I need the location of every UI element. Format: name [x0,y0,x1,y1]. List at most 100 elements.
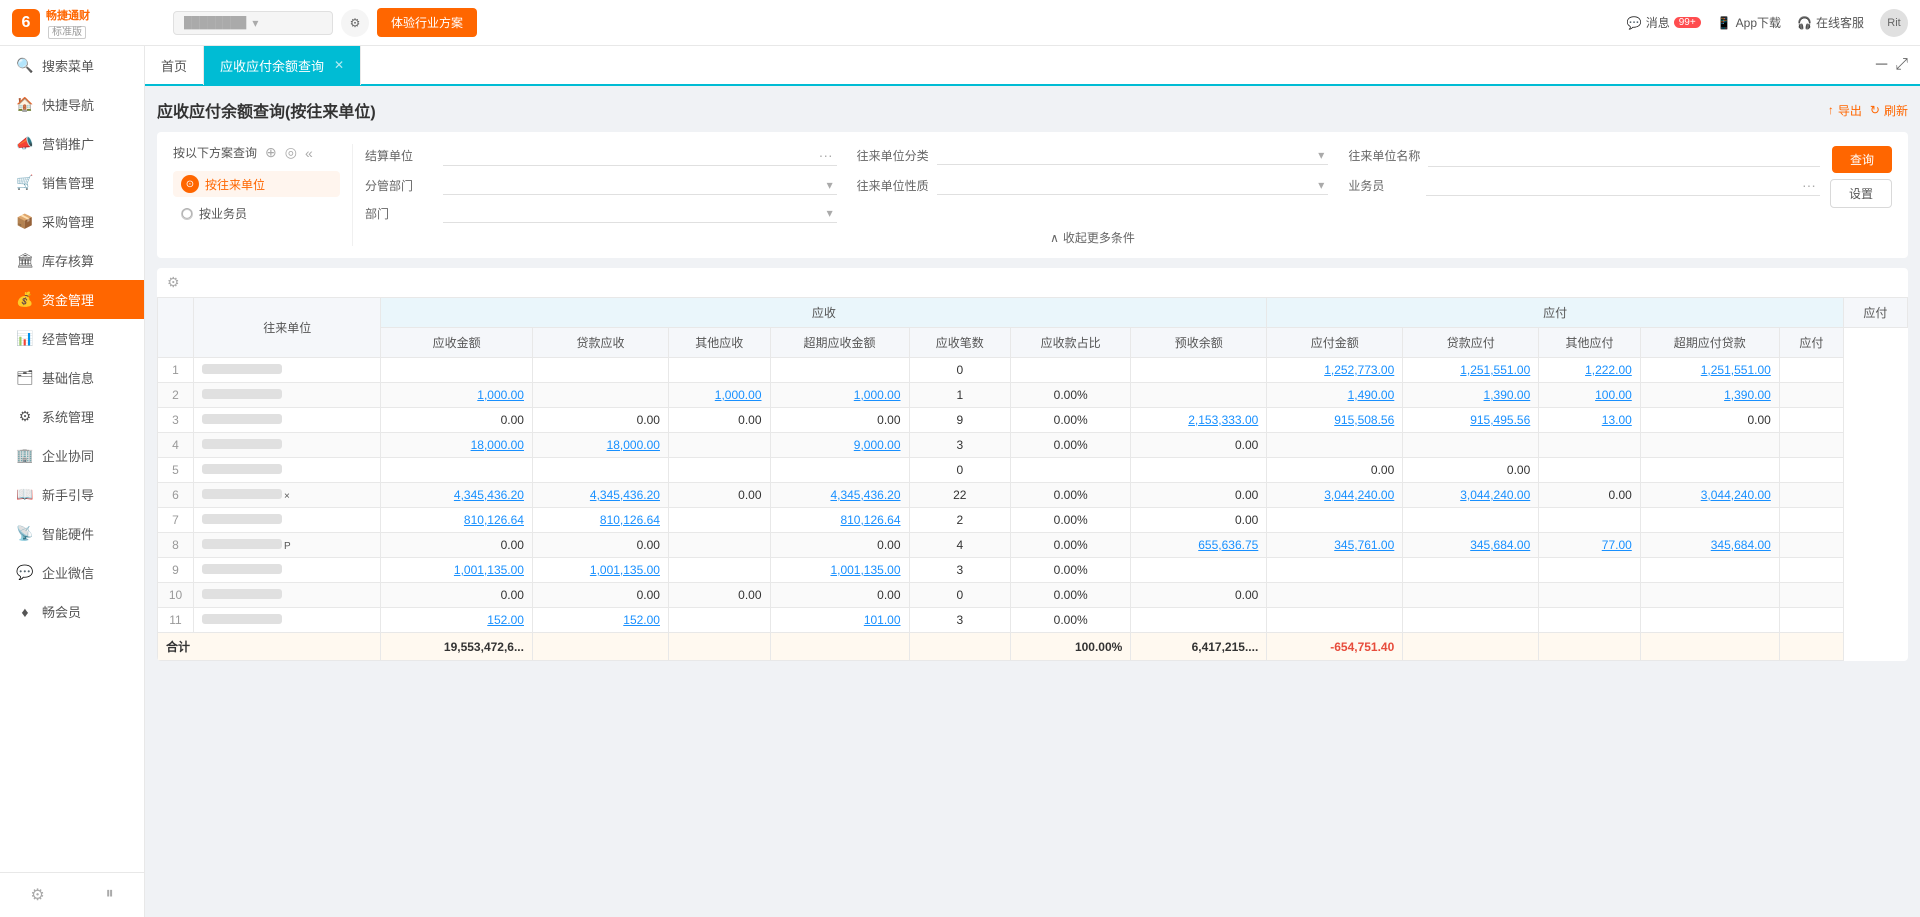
col-loan-ap: 贷款应付 [1403,328,1539,358]
set-button[interactable]: 设置 [1830,179,1892,208]
cell-loan_ap[interactable]: 1,251,551.00 [1403,358,1539,383]
cell-loan_ap[interactable]: 345,684.00 [1403,533,1539,558]
query-option-by-unit[interactable]: ⊙ 按往来单位 [173,171,340,197]
cell-loan_ar[interactable]: 4,345,436.20 [532,483,668,508]
cell-ap_amount[interactable]: 345,761.00 [1267,533,1403,558]
sidebar-collapse-button[interactable]: ⏸ [106,885,114,905]
unit-category-field[interactable] [941,148,1319,162]
sidebar-item-sales[interactable]: 🛒 销售管理 [0,163,144,202]
messages-button[interactable]: 💬 消息 99+ [1627,14,1701,31]
cell-overdue_ar[interactable]: 1,000.00 [770,383,909,408]
cell-other_ap[interactable]: 13.00 [1539,408,1641,433]
sidebar-item-smart-hw[interactable]: 📡 智能硬件 [0,514,144,553]
col-ap-group: 应付 [1267,298,1844,328]
cell-ar_amount[interactable]: 18,000.00 [381,433,533,458]
sidebar-item-search-menu[interactable]: 🔍 搜索菜单 [0,46,144,85]
sidebar-item-quick-nav[interactable]: 🏠 快捷导航 [0,85,144,124]
cell-ar_amount[interactable]: 152.00 [381,608,533,633]
cell-other_ar[interactable]: 1,000.00 [668,383,770,408]
table-row: 8P0.000.000.0040.00%655,636.75345,761.00… [158,533,1908,558]
cell-overdue_ar[interactable]: 1,001,135.00 [770,558,909,583]
cell-loan_ar[interactable]: 18,000.00 [532,433,668,458]
cell-overdue_ar[interactable]: 810,126.64 [770,508,909,533]
unit-category-input[interactable]: ▾ [937,146,1329,165]
cell-other_ap[interactable]: 1,222.00 [1539,358,1641,383]
cell-ar_amount[interactable]: 4,345,436.20 [381,483,533,508]
cell-overdue_ar[interactable]: 101.00 [770,608,909,633]
unit-nature-field[interactable] [941,178,1319,192]
cell-loan_ap[interactable]: 1,390.00 [1403,383,1539,408]
cell-advance[interactable]: 655,636.75 [1131,533,1267,558]
table-settings-icon[interactable]: ⚙ [167,274,180,291]
settlement-unit-input[interactable]: ··· [443,145,837,166]
unit-name-field[interactable] [1428,144,1820,167]
cell-ap_amount[interactable]: 1,252,773.00 [1267,358,1403,383]
cell-other_ap[interactable]: 77.00 [1539,533,1641,558]
tab-ar-ap[interactable]: 应收应付余额查询 ✕ [204,45,361,85]
sidebar-item-enterprise[interactable]: 🏢 企业协同 [0,436,144,475]
cell-overdue_ap[interactable]: 345,684.00 [1640,533,1779,558]
sidebar-settings-button[interactable]: ⚙ [30,885,44,905]
online-service-button[interactable]: 🎧 在线客服 [1797,14,1864,31]
sidebar-item-finance[interactable]: 💰 资金管理 [0,280,144,319]
cell-rownum: 8 [158,533,194,558]
plan-button[interactable]: 体验行业方案 [377,8,477,37]
sidebar-item-operations[interactable]: 📊 经营管理 [0,319,144,358]
cell-ap_amount[interactable]: 1,490.00 [1267,383,1403,408]
settings-gear-button[interactable]: ⚙ [341,9,369,37]
tab-minimize-button[interactable]: ─ [1876,56,1887,74]
sidebar-item-system[interactable]: ⚙ 系统管理 [0,397,144,436]
cell-ap_amount[interactable]: 3,044,240.00 [1267,483,1403,508]
footer-empty8 [1779,633,1843,661]
sidebar-item-base-info[interactable]: 🗂 基础信息 [0,358,144,397]
app-download-button[interactable]: 📱 App下载 [1717,14,1781,31]
collapse-more-button[interactable]: ∧ 收起更多条件 [365,229,1820,246]
cell-overdue_ar[interactable]: 9,000.00 [770,433,909,458]
dept-input[interactable]: ▾ [443,176,837,195]
cell-loan_ap[interactable]: 915,495.56 [1403,408,1539,433]
cell-ap_amount[interactable]: 915,508.56 [1267,408,1403,433]
cell-overdue_ap[interactable]: 1,251,551.00 [1640,358,1779,383]
department-field[interactable] [447,206,827,220]
cell-loan_ar[interactable]: 152.00 [532,608,668,633]
dept-field[interactable] [447,178,827,192]
department-input[interactable]: ▾ [443,204,837,223]
cell-loan_ar[interactable]: 1,001,135.00 [532,558,668,583]
cell-overdue_ap[interactable]: 3,044,240.00 [1640,483,1779,508]
edit-scheme-button[interactable]: ◎ [285,144,297,161]
sidebar-item-purchase[interactable]: 📦 采购管理 [0,202,144,241]
export-button[interactable]: ↑ 导出 [1828,102,1862,119]
sidebar-item-vip[interactable]: ♦ 畅会员 [0,592,144,631]
add-scheme-button[interactable]: ⊕ [265,144,277,161]
cell-rownum: 3 [158,408,194,433]
query-button[interactable]: 查询 [1832,146,1892,173]
sidebar-item-wechat[interactable]: 💬 企业微信 [0,553,144,592]
cell-advance[interactable]: 2,153,333.00 [1131,408,1267,433]
salesman-input[interactable]: ··· [1426,175,1820,196]
sidebar-item-marketing[interactable]: 📣 营销推广 [0,124,144,163]
cell-ar_amount[interactable]: 1,000.00 [381,383,533,408]
home-icon: 🏠 [16,96,34,114]
cell-loan_ap[interactable]: 3,044,240.00 [1403,483,1539,508]
cell-ar_amount[interactable]: 810,126.64 [381,508,533,533]
cell-overdue_ar[interactable]: 4,345,436.20 [770,483,909,508]
tab-home[interactable]: 首页 [145,45,204,85]
back-scheme-button[interactable]: « [305,145,313,161]
cell-overdue_ap[interactable]: 1,390.00 [1640,383,1779,408]
cell-loan_ar[interactable]: 810,126.64 [532,508,668,533]
tab-close-icon[interactable]: ✕ [334,58,344,72]
settlement-unit-field[interactable] [447,148,819,162]
cell-ar_ratio: 0.00% [1011,608,1131,633]
refresh-button[interactable]: ↻ 刷新 [1870,102,1908,119]
unit-nature-input[interactable]: ▾ [937,176,1329,195]
cell-other_ap[interactable]: 100.00 [1539,383,1641,408]
sidebar-item-newbie[interactable]: 📖 新手引导 [0,475,144,514]
tab-maximize-button[interactable]: ⤢ [1895,56,1908,74]
cell-other_ap [1539,508,1641,533]
salesman-field[interactable] [1430,178,1802,192]
query-option-by-salesman[interactable]: ◯ 按业务员 [173,201,340,226]
user-avatar[interactable]: Rit [1880,9,1908,37]
company-selector[interactable]: ████████ ▾ [173,11,333,35]
sidebar-item-inventory[interactable]: 🏛 库存核算 [0,241,144,280]
cell-ar_amount[interactable]: 1,001,135.00 [381,558,533,583]
